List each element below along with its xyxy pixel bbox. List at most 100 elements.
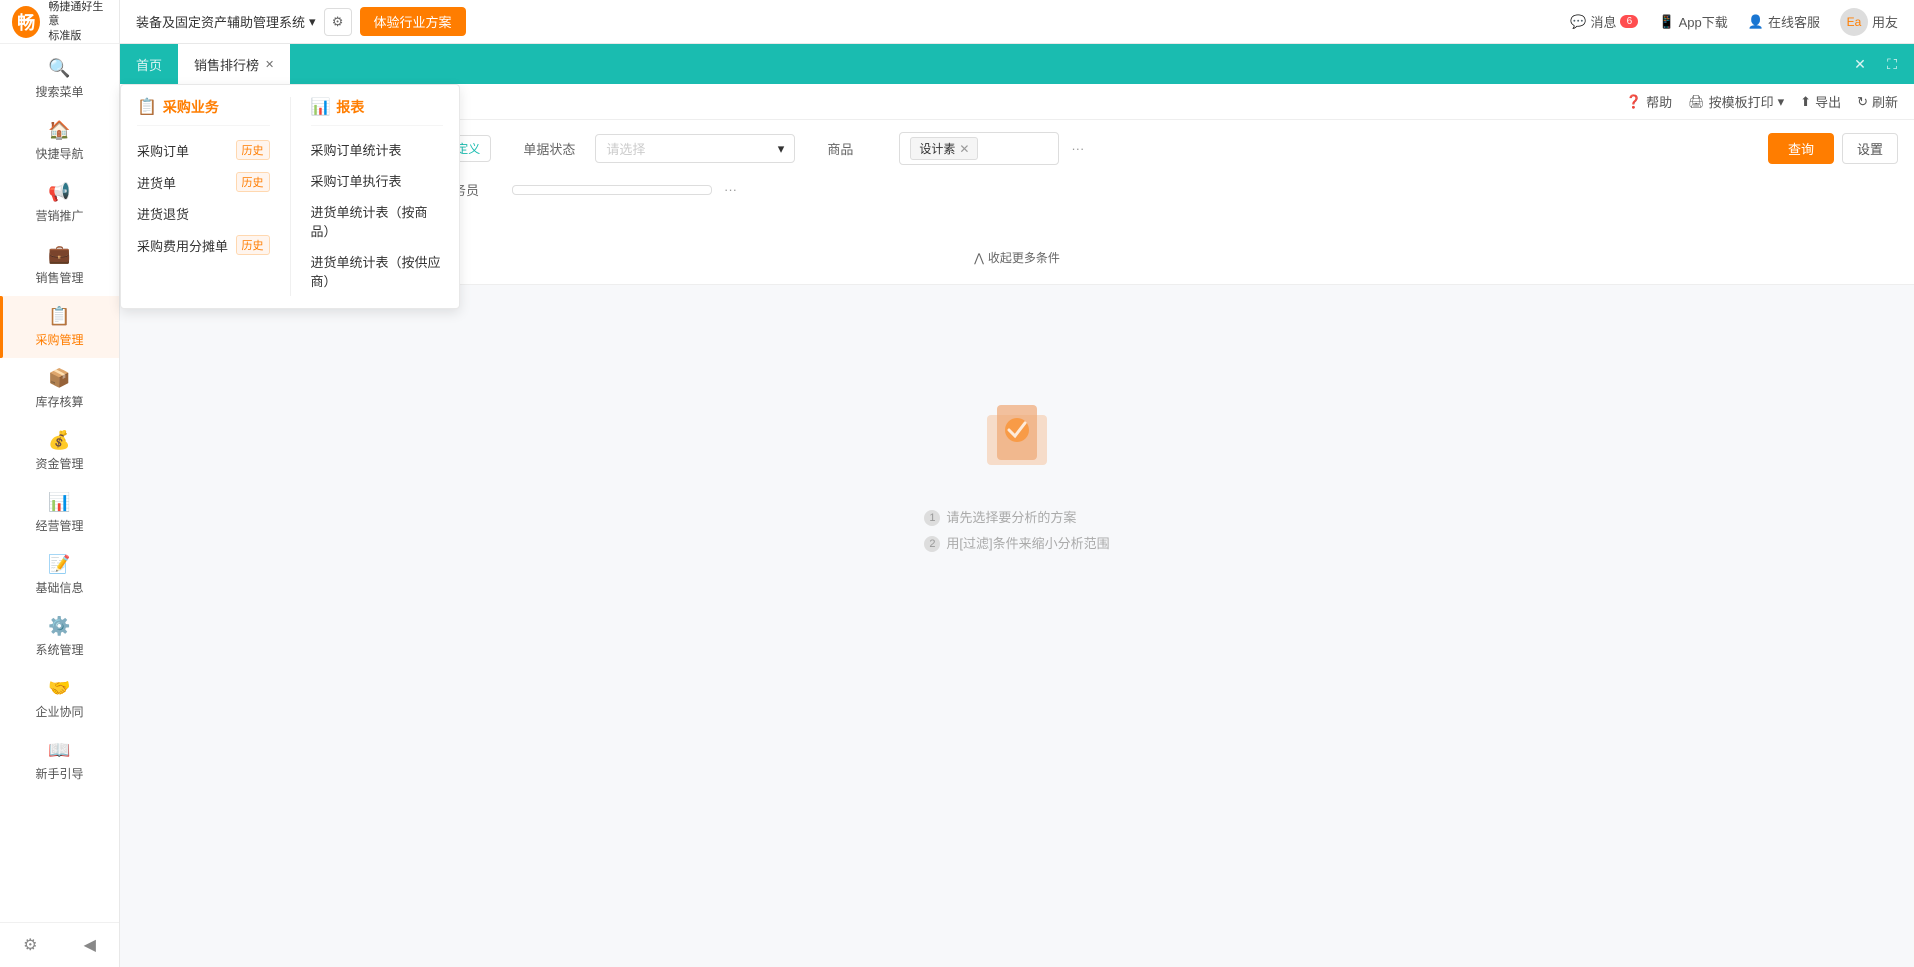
user-item[interactable]: Ea 用友 xyxy=(1840,8,1898,36)
sidebar-item-label: 销售管理 xyxy=(35,269,83,286)
dropdown-item-expense[interactable]: 采购费用分摊单 历史 xyxy=(137,229,270,261)
service-icon: 👤 xyxy=(1748,14,1764,30)
sidebar-item-quick-nav[interactable]: 🏠 快捷导航 xyxy=(0,110,119,172)
topbar-right: 💬 消息 6 📱 App下载 👤 在线客服 Ea 用友 xyxy=(1570,8,1898,36)
dropdown-item-order-stats[interactable]: 采购订单统计表 xyxy=(311,134,444,165)
salesperson-input[interactable] xyxy=(512,185,712,195)
app-download-item[interactable]: 📱 App下载 xyxy=(1658,12,1727,31)
sidebar-item-label: 经营管理 xyxy=(35,517,83,534)
empty-tips: 1 请先选择要分析的方案 2 用[过滤]条件来缩小分析范围 xyxy=(924,505,1109,557)
dropdown-item-incoming-stats-supplier[interactable]: 进货单统计表（按供应商） xyxy=(311,246,444,296)
goods-label: 商品 xyxy=(827,139,887,158)
message-item[interactable]: 💬 消息 6 xyxy=(1570,12,1638,31)
dropdown-item-return[interactable]: 进货退货 xyxy=(137,198,270,229)
sidebar-item-basic-info[interactable]: 📝 基础信息 xyxy=(0,544,119,606)
empty-state: 1 请先选择要分析的方案 2 用[过滤]条件来缩小分析范围 xyxy=(120,285,1914,657)
logo-icon: 畅 xyxy=(12,6,40,38)
dropdown-item-order-exec[interactable]: 采购订单执行表 xyxy=(311,165,444,196)
dropdown-item-incoming[interactable]: 进货单 历史 xyxy=(137,166,270,198)
collapse-icon: ⋀ xyxy=(974,251,984,265)
chevron-down-icon: ▾ xyxy=(309,14,316,30)
sidebar-item-marketing[interactable]: 📢 营销推广 xyxy=(0,172,119,234)
purchase-dropdown-menu: 📋 采购业务 采购订单 历史 进货单 历史 进货退货 采购费用分摊单 历史 📊 xyxy=(120,84,460,309)
goods-input[interactable]: 设计素 ✕ xyxy=(899,132,1059,165)
phone-icon: 📱 xyxy=(1658,14,1674,30)
empty-illustration xyxy=(967,385,1067,485)
topbar-title: 装备及固定资产辅助管理系统 ▾ ⚙ 体验行业方案 xyxy=(136,7,1570,36)
print-btn[interactable]: 🖨 按模板打印 ▾ xyxy=(1688,92,1784,111)
sidebar-item-label: 系统管理 xyxy=(35,641,83,658)
sidebar-menu: 🔍 搜索菜单 🏠 快捷导航 📢 营销推广 💼 销售管理 📋 采购管理 📦 库存核… xyxy=(0,44,119,922)
sidebar-item-sales[interactable]: 💼 销售管理 xyxy=(0,234,119,296)
refresh-icon: ↻ xyxy=(1857,94,1868,110)
sidebar-item-label: 基础信息 xyxy=(35,579,83,596)
sidebar-item-inventory[interactable]: 📦 库存核算 xyxy=(0,358,119,420)
system-title-text: 装备及固定资产辅助管理系统 xyxy=(136,12,305,31)
settings-bottom-btn[interactable]: ⚙ xyxy=(23,935,37,955)
tab-sales-ranking[interactable]: 销售排行榜 ✕ xyxy=(178,44,290,84)
logo-text: 畅捷通好生意 标准版 xyxy=(48,0,107,43)
sidebar-item-label: 营销推广 xyxy=(35,207,83,224)
sidebar-item-operations[interactable]: 📊 经营管理 xyxy=(0,482,119,544)
help-btn[interactable]: ❓ 帮助 xyxy=(1626,92,1672,111)
setting-btn[interactable]: 设置 xyxy=(1842,133,1898,164)
tabbar: 首页 销售排行榜 ✕ ✕ ⛶ xyxy=(120,44,1914,84)
history-badge: 历史 xyxy=(236,140,270,160)
basic-info-icon: 📝 xyxy=(48,554,70,575)
sidebar-item-purchase[interactable]: 📋 采购管理 xyxy=(0,296,119,358)
purchase-col: 📋 采购业务 采购订单 历史 进货单 历史 进货退货 采购费用分摊单 历史 xyxy=(121,97,286,296)
marketing-icon: 📢 xyxy=(48,182,70,203)
report-col-title: 📊 报表 xyxy=(311,97,444,126)
doc-status-input[interactable]: 请选择 ▾ xyxy=(595,134,795,163)
sidebar-item-label: 快捷导航 xyxy=(35,145,83,162)
filter-actions: 查询 设置 xyxy=(1768,133,1898,164)
sidebar-item-guide[interactable]: 📖 新手引导 xyxy=(0,730,119,792)
sidebar-item-search[interactable]: 🔍 搜索菜单 xyxy=(0,48,119,110)
gear-button[interactable]: ⚙ xyxy=(324,8,352,36)
report-col-icon: 📊 xyxy=(311,97,331,117)
tabbar-actions: ✕ ⛶ xyxy=(1846,50,1914,78)
export-btn[interactable]: ⬆ 导出 xyxy=(1800,92,1841,111)
doc-status-label: 单据状态 xyxy=(523,139,583,158)
sidebar-item-label: 企业协同 xyxy=(35,703,83,720)
dropdown-item-purchase-order[interactable]: 采购订单 历史 xyxy=(137,134,270,166)
close-tab-btn[interactable]: ✕ xyxy=(1846,50,1874,78)
more-dots-salesperson[interactable]: ··· xyxy=(724,182,737,197)
collapse-btn[interactable]: ◀ xyxy=(84,935,96,955)
purchase-col-icon: 📋 xyxy=(137,97,157,117)
message-badge: 6 xyxy=(1620,15,1638,28)
goods-tag-close[interactable]: ✕ xyxy=(959,142,969,156)
refresh-btn[interactable]: ↻ 刷新 xyxy=(1857,92,1898,111)
tab-home[interactable]: 首页 xyxy=(120,44,178,84)
dropdown-item-incoming-stats-goods[interactable]: 进货单统计表（按商品） xyxy=(311,196,444,246)
inventory-icon: 📦 xyxy=(48,368,70,389)
sidebar-item-finance[interactable]: 💰 资金管理 xyxy=(0,420,119,482)
system-title-dropdown[interactable]: 装备及固定资产辅助管理系统 ▾ xyxy=(136,12,316,31)
tab-home-label: 首页 xyxy=(136,55,162,74)
finance-icon: 💰 xyxy=(48,430,70,451)
goods-tag: 设计素 ✕ xyxy=(910,137,978,160)
tab-sales-ranking-label: 销售排行榜 xyxy=(194,55,259,74)
sidebar-item-system[interactable]: ⚙️ 系统管理 xyxy=(0,606,119,668)
empty-tip-2: 2 用[过滤]条件来缩小分析范围 xyxy=(924,531,1109,557)
column-divider xyxy=(290,97,291,296)
print-dropdown-icon[interactable]: ▾ xyxy=(1778,94,1785,110)
sidebar-item-cooperation[interactable]: 🤝 企业协同 xyxy=(0,668,119,730)
history-badge: 历史 xyxy=(236,235,270,255)
more-dots-goods[interactable]: ··· xyxy=(1071,141,1084,156)
query-btn[interactable]: 查询 xyxy=(1768,133,1834,164)
help-icon: ❓ xyxy=(1626,94,1642,110)
system-icon: ⚙️ xyxy=(48,616,70,637)
tab-close-icon[interactable]: ✕ xyxy=(265,58,274,71)
online-service-item[interactable]: 👤 在线客服 xyxy=(1748,12,1820,31)
sidebar-logo: 畅 畅捷通好生意 标准版 xyxy=(0,0,119,44)
report-col: 📊 报表 采购订单统计表 采购订单执行表 进货单统计表（按商品） 进货单统计表（… xyxy=(295,97,460,296)
sidebar-item-label: 资金管理 xyxy=(35,455,83,472)
sidebar-bottom: ⚙ ◀ xyxy=(0,922,119,967)
message-icon: 💬 xyxy=(1570,14,1586,30)
expand-tab-btn[interactable]: ⛶ xyxy=(1878,50,1906,78)
export-icon: ⬆ xyxy=(1800,94,1811,110)
industry-btn[interactable]: 体验行业方案 xyxy=(360,7,466,36)
collapse-text: 收起更多条件 xyxy=(988,249,1060,266)
home-icon: 🏠 xyxy=(48,120,70,141)
